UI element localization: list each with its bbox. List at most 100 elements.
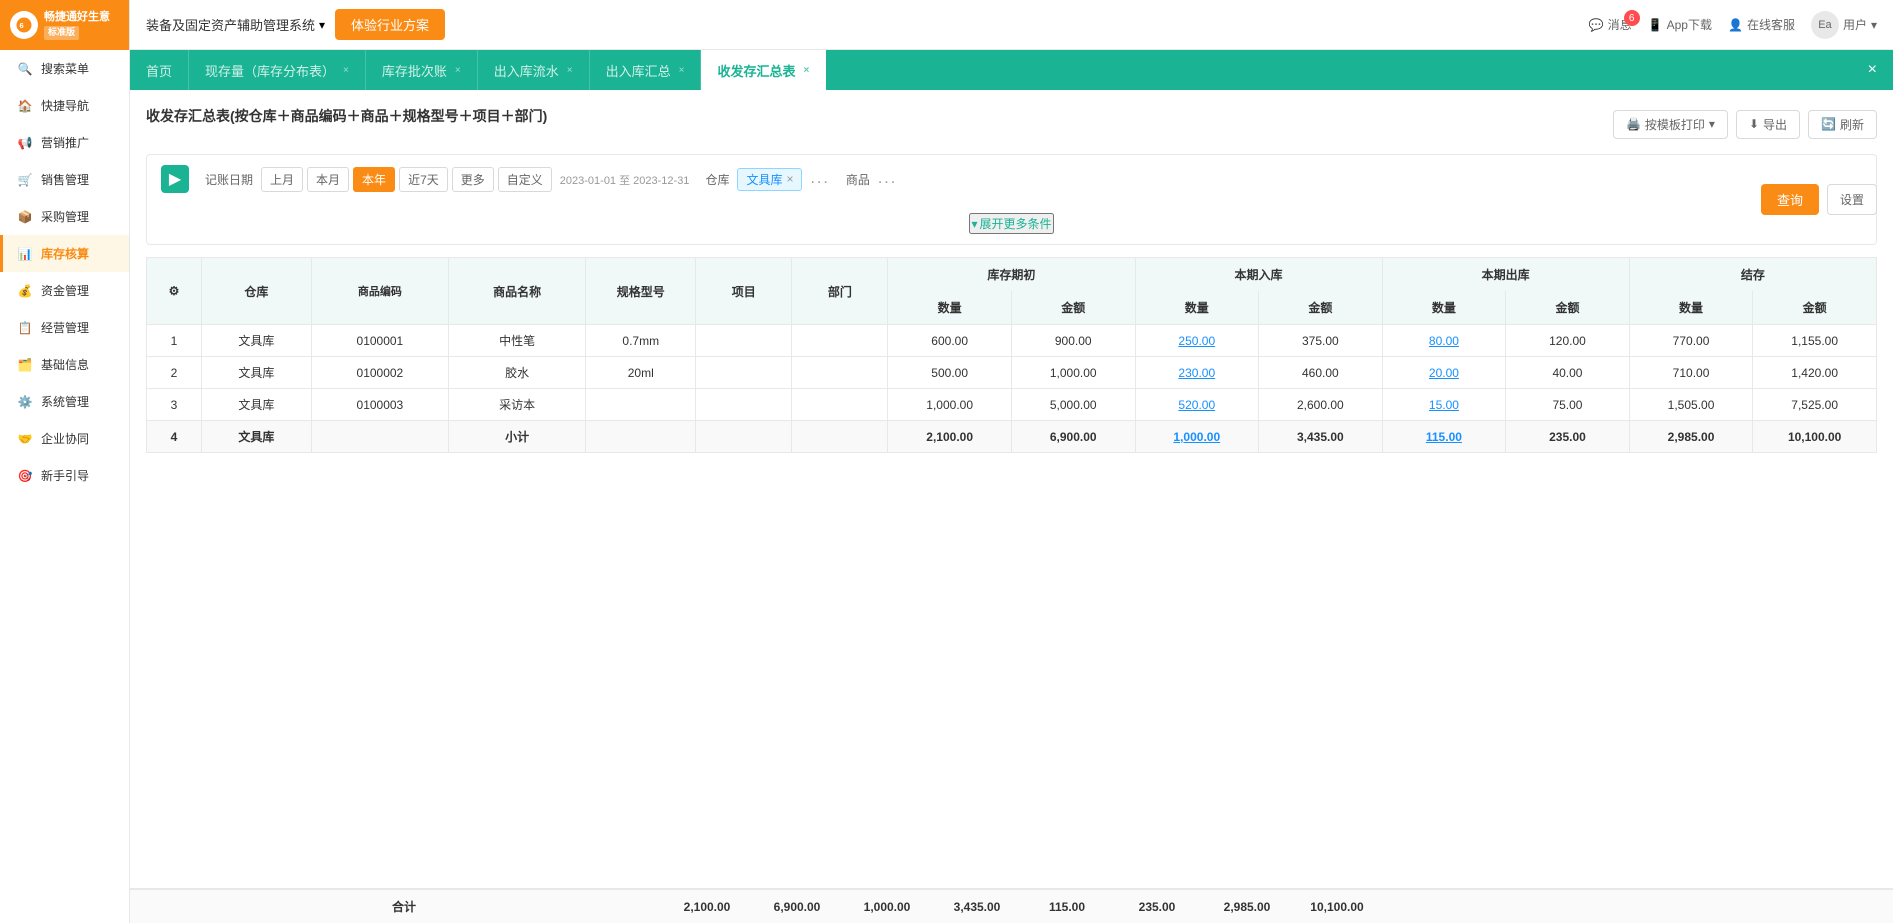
row-out-qty-link[interactable]: 115.00 (1426, 430, 1462, 444)
tab-close-inout-summary[interactable]: × (679, 65, 685, 76)
date-btn-7days[interactable]: 近7天 (399, 167, 448, 192)
expand-conditions-btn[interactable]: ▾ 展开更多条件 (969, 213, 1053, 234)
app-download-item[interactable]: 📱 App下载 (1648, 16, 1712, 33)
sidebar-item-enterprise[interactable]: 🤝 企业协同 (0, 420, 129, 457)
messages-item[interactable]: 💬 消息 6 (1589, 16, 1632, 33)
row-close-qty: 1,505.00 (1629, 389, 1753, 421)
sidebar-item-finance[interactable]: 💰 资金管理 (0, 272, 129, 309)
row-out-qty-link[interactable]: 80.00 (1429, 334, 1459, 348)
phone-icon: 📱 (1648, 18, 1663, 32)
enterprise-icon: 🤝 (17, 431, 33, 447)
sidebar-item-quick-nav[interactable]: 🏠 快捷导航 (0, 87, 129, 124)
service-label: 在线客服 (1747, 16, 1795, 33)
tab-close-receive-summary[interactable]: × (803, 65, 809, 76)
row-out-qty-link[interactable]: 15.00 (1429, 398, 1459, 412)
row-out-amt: 40.00 (1506, 357, 1630, 389)
sidebar-item-marketing[interactable]: 📢 营销推广 (0, 124, 129, 161)
online-service-item[interactable]: 👤 在线客服 (1728, 16, 1795, 33)
warehouse-more-dots[interactable]: ... (810, 170, 829, 188)
refresh-btn[interactable]: 🔄 刷新 (1808, 110, 1877, 139)
row-open-qty: 1,000.00 (888, 389, 1012, 421)
col-warehouse-header: 仓库 (201, 258, 311, 325)
table-row: 4文具库小计2,100.006,900.001,000.003,435.0011… (147, 421, 1877, 453)
tab-batch[interactable]: 库存批次账 × (366, 50, 478, 90)
main-area: 装备及固定资产辅助管理系统 ▾ 体验行业方案 💬 消息 6 📱 App下载 👤 … (130, 0, 1893, 923)
tab-bar: 首页 现存量（库存分布表） × 库存批次账 × 出入库流水 × 出入库汇总 × … (130, 50, 1893, 90)
goods-more-dots[interactable]: ... (878, 170, 897, 188)
col-opening-header: 库存期初 (888, 258, 1135, 292)
sidebar-item-newbie[interactable]: 🎯 新手引导 (0, 457, 129, 494)
row-in-qty-link[interactable]: 250.00 (1178, 334, 1215, 348)
tab-bar-close-btn[interactable]: × (1868, 61, 1877, 79)
page-title: 收发存汇总表(按仓库＋商品编码＋商品＋规格型号＋项目＋部门) (146, 106, 547, 126)
expand-icon: ▾ (971, 217, 977, 231)
sidebar-item-purchase[interactable]: 📦 采购管理 (0, 198, 129, 235)
row-in-qty[interactable]: 1,000.00 (1135, 421, 1259, 453)
row-out-qty[interactable]: 80.00 (1382, 325, 1506, 357)
row-in-qty[interactable]: 520.00 (1135, 389, 1259, 421)
date-btn-this-year[interactable]: 本年 (353, 167, 395, 192)
footer-open-qty: 2,100.00 (662, 900, 752, 914)
tab-inout-summary[interactable]: 出入库汇总 × (590, 50, 702, 90)
row-in-amt: 375.00 (1259, 325, 1383, 357)
tab-stock-dist[interactable]: 现存量（库存分布表） × (189, 50, 366, 90)
row-in-qty-link[interactable]: 1,000.00 (1173, 430, 1220, 444)
row-name: 中性笔 (449, 325, 586, 357)
logo-icon: 6 (10, 11, 38, 39)
tab-close-stock-dist[interactable]: × (343, 65, 349, 76)
print-btn[interactable]: 🖨️ 按模板打印 ▾ (1613, 110, 1728, 139)
sidebar-item-search[interactable]: 🔍 搜索菜单 (0, 50, 129, 87)
action-bar: 🖨️ 按模板打印 ▾ ⬇ 导出 🔄 刷新 (1613, 110, 1877, 139)
date-btn-last-month[interactable]: 上月 (261, 167, 303, 192)
row-name: 采访本 (449, 389, 586, 421)
tab-home[interactable]: 首页 (130, 50, 189, 90)
row-project (696, 389, 792, 421)
export-btn[interactable]: ⬇ 导出 (1736, 110, 1800, 139)
date-btn-custom[interactable]: 自定义 (498, 167, 552, 192)
row-in-qty-link[interactable]: 520.00 (1178, 398, 1215, 412)
row-in-amt: 2,600.00 (1259, 389, 1383, 421)
tab-close-batch[interactable]: × (455, 65, 461, 76)
filter-toggle-btn[interactable]: ▶ (161, 165, 189, 193)
sidebar-item-sales[interactable]: 🛒 销售管理 (0, 161, 129, 198)
date-btn-this-month[interactable]: 本月 (307, 167, 349, 192)
row-in-qty[interactable]: 250.00 (1135, 325, 1259, 357)
user-item[interactable]: Ea 用户 ▾ (1811, 11, 1877, 39)
col-in-qty-header: 数量 (1135, 291, 1259, 325)
tab-close-inout-flow[interactable]: × (567, 65, 573, 76)
col-code-header: 商品编码 (311, 258, 448, 325)
sidebar-item-inventory[interactable]: 📊 库存核算 (0, 235, 129, 272)
row-out-qty-link[interactable]: 20.00 (1429, 366, 1459, 380)
row-dept (792, 421, 888, 453)
row-open-qty: 600.00 (888, 325, 1012, 357)
filter-settings-btn[interactable]: 设置 (1827, 184, 1877, 215)
system-name-dropdown[interactable]: 装备及固定资产辅助管理系统 ▾ (146, 15, 325, 34)
app-download-label: App下载 (1667, 16, 1712, 33)
footer-values: 2,100.00 6,900.00 1,000.00 3,435.00 115.… (662, 900, 1877, 914)
sidebar-item-operation[interactable]: 📋 经营管理 (0, 309, 129, 346)
finance-icon: 💰 (17, 283, 33, 299)
operation-icon: 📋 (17, 320, 33, 336)
date-btn-more[interactable]: 更多 (452, 167, 494, 192)
row-in-qty-link[interactable]: 230.00 (1178, 366, 1215, 380)
row-out-qty[interactable]: 15.00 (1382, 389, 1506, 421)
table-row: 2文具库0100002胶水20ml500.001,000.00230.00460… (147, 357, 1877, 389)
row-in-qty[interactable]: 230.00 (1135, 357, 1259, 389)
row-open-qty: 500.00 (888, 357, 1012, 389)
footer-close-amt: 10,100.00 (1292, 900, 1382, 914)
tab-receive-summary[interactable]: 收发存汇总表 × (701, 50, 826, 90)
col-out-header: 本期出库 (1382, 258, 1629, 292)
warehouse-tag-close[interactable]: × (786, 172, 793, 186)
table-settings-icon[interactable]: ⚙ (169, 284, 180, 298)
try-btn[interactable]: 体验行业方案 (335, 9, 445, 40)
user-dropdown-icon: ▾ (1871, 18, 1877, 32)
row-warehouse: 文具库 (201, 389, 311, 421)
row-out-qty[interactable]: 115.00 (1382, 421, 1506, 453)
row-spec: 20ml (586, 357, 696, 389)
sidebar-item-basic[interactable]: 🗂️ 基础信息 (0, 346, 129, 383)
tab-inout-flow[interactable]: 出入库流水 × (478, 50, 590, 90)
system-icon: ⚙️ (17, 394, 33, 410)
row-out-qty[interactable]: 20.00 (1382, 357, 1506, 389)
sidebar-item-system[interactable]: ⚙️ 系统管理 (0, 383, 129, 420)
query-btn[interactable]: 查询 (1761, 184, 1819, 215)
